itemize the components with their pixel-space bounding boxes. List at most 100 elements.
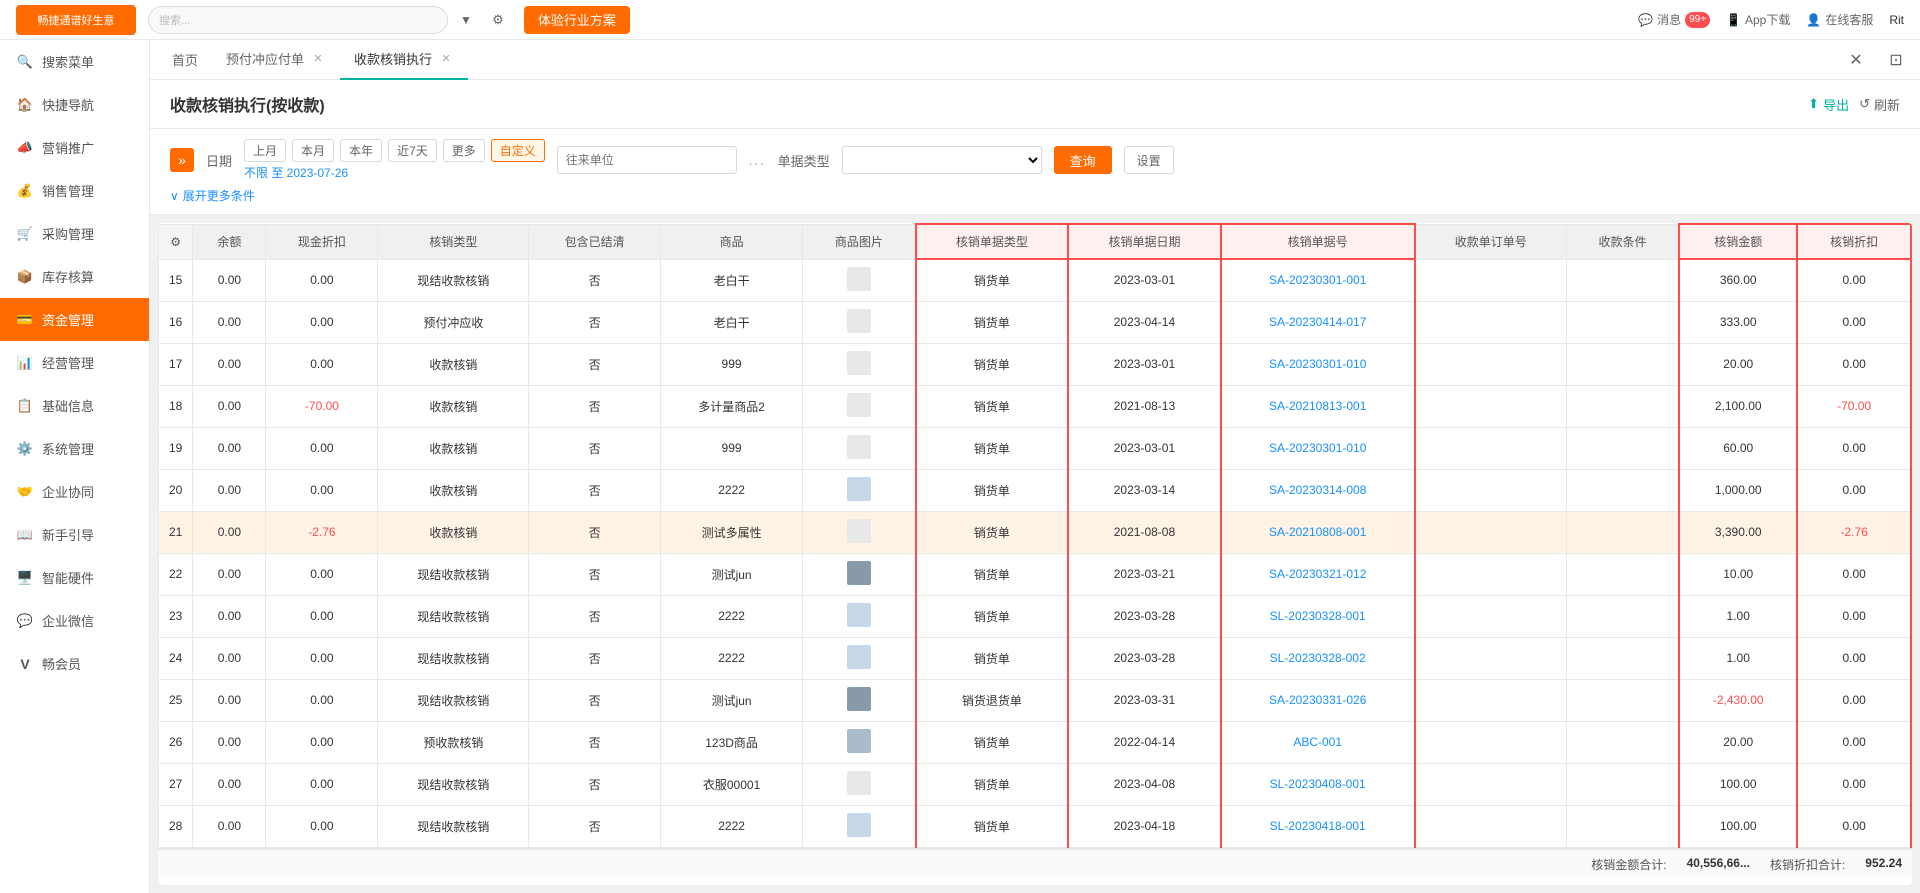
cell-type: 收款核销 (378, 511, 529, 553)
cell-bill-date: 2023-03-01 (1068, 427, 1221, 469)
bill-no-link[interactable]: SA-20230301-010 (1269, 357, 1366, 371)
cell-goods-img (803, 427, 916, 469)
cell-amount: 10.00 (1679, 553, 1797, 595)
from-unit-input[interactable] (557, 146, 737, 174)
purchase-icon: 🛒 (16, 225, 34, 243)
table-row: 24 0.00 0.00 现结收款核销 否 2222 销货单 2023-03-2… (159, 637, 1912, 679)
date-this-month-btn[interactable]: 本月 (292, 139, 334, 162)
cell-order-no (1415, 721, 1567, 763)
from-unit-dots[interactable]: ... (749, 153, 766, 168)
sidebar-item-enterprise[interactable]: 🤝 企业协同 (0, 470, 149, 513)
sidebar-item-search[interactable]: 🔍 搜索菜单 (0, 40, 149, 83)
cell-bill-date: 2023-03-01 (1068, 343, 1221, 385)
table-row: 21 0.00 -2.76 收款核销 否 测试多属性 销货单 2021-08-0… (159, 511, 1912, 553)
cell-amount: 360.00 (1679, 259, 1797, 301)
bill-no-link[interactable]: SL-20230408-001 (1270, 777, 1366, 791)
bill-no-link[interactable]: SA-20230301-010 (1269, 441, 1366, 455)
close-window-icon[interactable]: ✕ (1840, 44, 1872, 76)
sidebar-item-purchase[interactable]: 🛒 采购管理 (0, 212, 149, 255)
bill-no-link[interactable]: SA-20230314-008 (1269, 483, 1366, 497)
bill-no-link[interactable]: SA-20230301-001 (1269, 273, 1366, 287)
settings-button[interactable]: 设置 (1124, 146, 1174, 174)
expand-icon[interactable]: ⊡ (1880, 44, 1912, 76)
sidebar-item-hardware[interactable]: 🖥️ 智能硬件 (0, 556, 149, 599)
bill-no-link[interactable]: SA-20230321-012 (1269, 567, 1366, 581)
tab-prepaid[interactable]: 预付冲应付单 ✕ (212, 40, 340, 80)
cell-discount: 0.00 (1797, 721, 1911, 763)
gear-icon[interactable]: ⚙ (484, 6, 512, 34)
date-last7-btn[interactable]: 近7天 (388, 139, 437, 162)
single-type-label: 单据类型 (778, 151, 830, 170)
cell-goods: 2222 (660, 469, 802, 511)
bill-no-link[interactable]: SL-20230418-001 (1270, 819, 1366, 833)
main-content: 首页 预付冲应付单 ✕ 收款核销执行 ✕ ✕ ⊡ 收款核销执行(按收款) ⬆ (150, 40, 1920, 893)
sidebar-item-basicinfo[interactable]: 📋 基础信息 (0, 384, 149, 427)
tab-home[interactable]: 首页 (158, 40, 212, 80)
cell-cash-discount: 0.00 (266, 679, 378, 721)
refresh-button[interactable]: ↺ 刷新 (1859, 95, 1900, 114)
sidebar-item-inventory[interactable]: 📦 库存核算 (0, 255, 149, 298)
single-type-select[interactable] (842, 146, 1042, 174)
bill-no-link[interactable]: SL-20230328-001 (1270, 609, 1366, 623)
bill-no-link[interactable]: SA-20230331-026 (1269, 693, 1366, 707)
date-last-month-btn[interactable]: 上月 (244, 139, 286, 162)
user-name[interactable]: Rit (1889, 13, 1904, 27)
table-settings-icon[interactable]: ⚙ (169, 235, 182, 249)
page-header-actions: ⬆ 导出 ↺ 刷新 (1808, 95, 1900, 114)
cell-settled: 否 (529, 805, 661, 847)
enterprise-icon: 🤝 (16, 483, 34, 501)
cell-type: 收款核销 (378, 427, 529, 469)
cell-amount: 333.00 (1679, 301, 1797, 343)
col-gear[interactable]: ⚙ (159, 224, 193, 259)
cell-discount: 0.00 (1797, 763, 1911, 805)
bill-no-link[interactable]: SA-20210808-001 (1269, 525, 1366, 539)
date-more-btn[interactable]: 更多 (443, 139, 485, 162)
tab-collection-close[interactable]: ✕ (438, 51, 454, 67)
cell-balance: 0.00 (193, 637, 266, 679)
top-bar-right: 💬 消息 99+ 📱 App下载 👤 在线客服 Rit (1638, 11, 1904, 28)
cell-order-no (1415, 385, 1567, 427)
cell-settled: 否 (529, 637, 661, 679)
sidebar-item-system[interactable]: ⚙️ 系统管理 (0, 427, 149, 470)
cell-condition (1566, 469, 1679, 511)
app-download-btn[interactable]: 📱 App下载 (1726, 11, 1790, 28)
sidebar-item-wechat[interactable]: 💬 企业微信 (0, 599, 149, 642)
date-custom-btn[interactable]: 自定义 (491, 139, 545, 162)
sidebar-item-marketing[interactable]: 📣 营销推广 (0, 126, 149, 169)
date-filter-wrapper: 上月 本月 本年 近7天 更多 自定义 不限 至 2023-07-26 (244, 139, 545, 181)
bill-no-link[interactable]: ABC-001 (1293, 735, 1342, 749)
bill-no-link[interactable]: SA-20230414-017 (1269, 315, 1366, 329)
query-button[interactable]: 查询 (1054, 146, 1112, 174)
sidebar-item-operations[interactable]: 📊 经营管理 (0, 341, 149, 384)
hardware-icon: 🖥️ (16, 569, 34, 587)
cell-balance: 0.00 (193, 679, 266, 721)
cell-bill-no: SA-20230414-017 (1221, 301, 1415, 343)
cell-bill-no: SA-20210808-001 (1221, 511, 1415, 553)
bill-no-link[interactable]: SA-20210813-001 (1269, 399, 1366, 413)
expand-more-conditions[interactable]: ∨ 展开更多条件 (170, 187, 1900, 204)
sidebar-item-guide[interactable]: 📖 新手引导 (0, 513, 149, 556)
product-image (847, 309, 871, 333)
page-header: 收款核销执行(按收款) ⬆ 导出 ↺ 刷新 (150, 80, 1920, 129)
message-badge[interactable]: 💬 消息 99+ (1638, 11, 1710, 28)
sidebar-item-quicknav[interactable]: 🏠 快捷导航 (0, 83, 149, 126)
top-dropdown[interactable]: ▼ (460, 13, 472, 27)
bill-no-link[interactable]: SL-20230328-002 (1270, 651, 1366, 665)
sidebar-item-sales[interactable]: 💰 销售管理 (0, 169, 149, 212)
tab-collection[interactable]: 收款核销执行 ✕ (340, 40, 468, 80)
tab-prepaid-close[interactable]: ✕ (310, 51, 326, 67)
export-button[interactable]: ⬆ 导出 (1808, 95, 1849, 114)
cell-balance: 0.00 (193, 553, 266, 595)
cell-condition (1566, 679, 1679, 721)
cell-bill-no: SA-20230321-012 (1221, 553, 1415, 595)
online-service-btn[interactable]: 👤 在线客服 (1806, 11, 1873, 28)
cell-discount: -70.00 (1797, 385, 1911, 427)
filter-expand-button[interactable]: » (170, 148, 194, 172)
sidebar-item-finance[interactable]: 💳 资金管理 (0, 298, 149, 341)
sidebar-item-member[interactable]: V 畅会员 (0, 642, 149, 685)
cell-type: 预收款核销 (378, 721, 529, 763)
tab-bar: 首页 预付冲应付单 ✕ 收款核销执行 ✕ ✕ ⊡ (150, 40, 1920, 80)
cell-bill-type: 销货单 (916, 343, 1069, 385)
industry-solution-button[interactable]: 体验行业方案 (524, 6, 630, 34)
date-this-year-btn[interactable]: 本年 (340, 139, 382, 162)
